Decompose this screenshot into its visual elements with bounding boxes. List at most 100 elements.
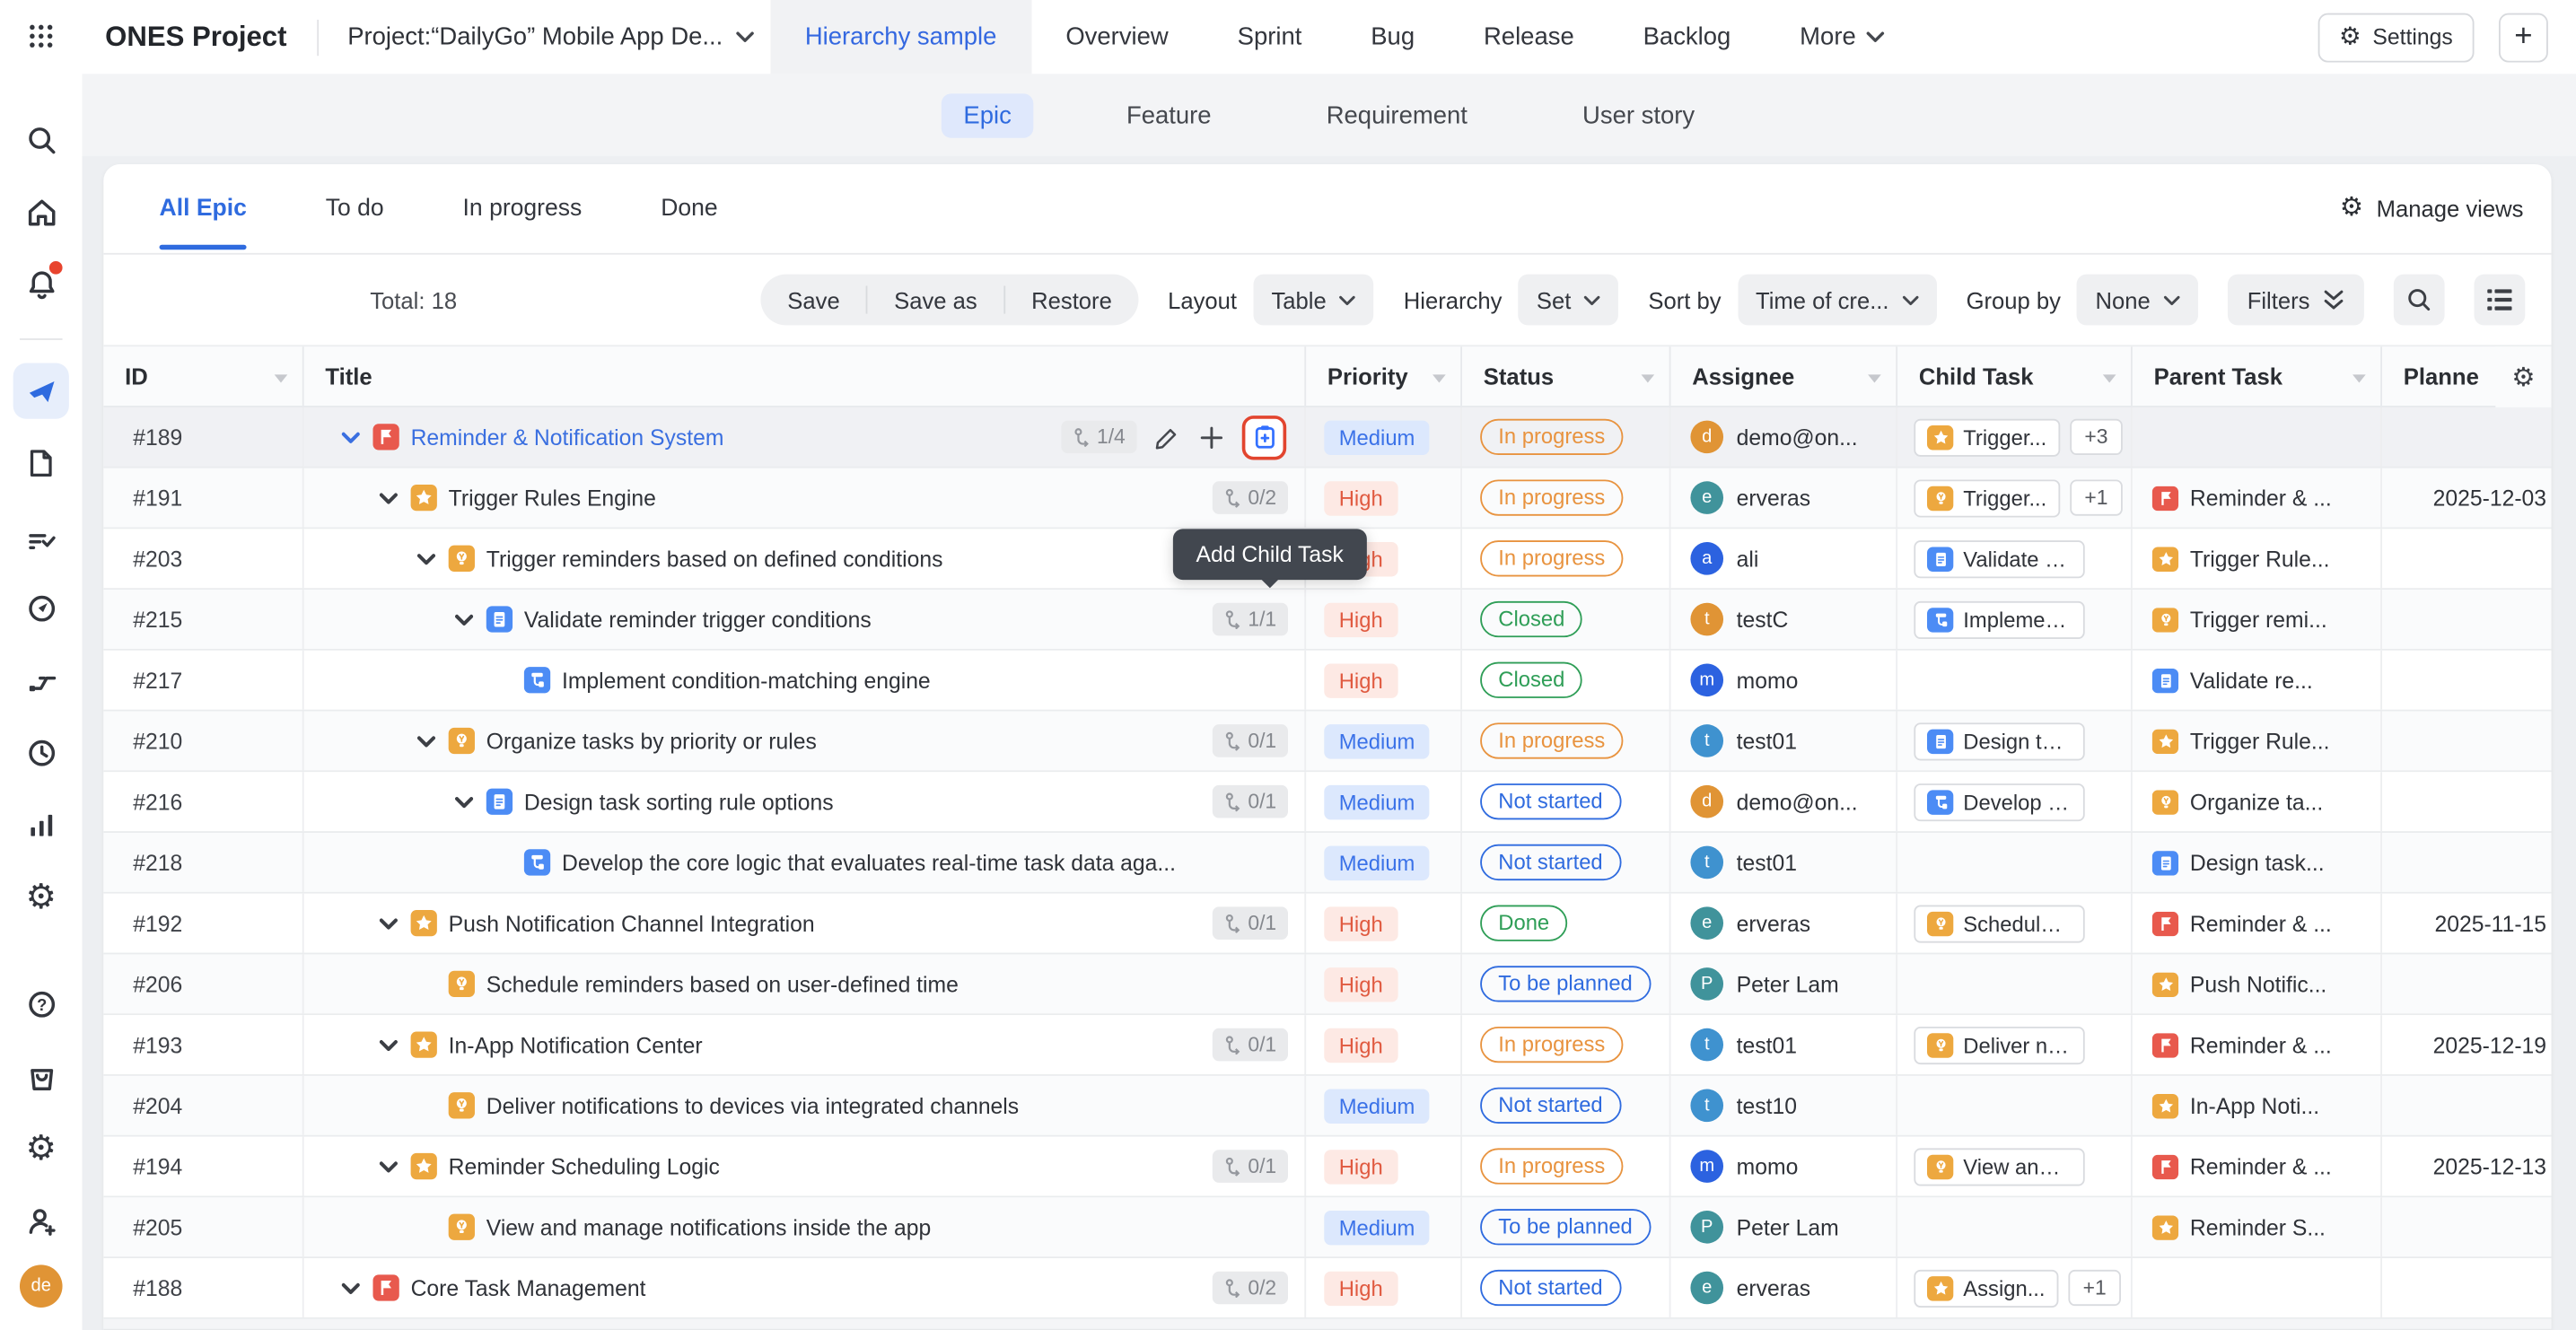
table-row-206[interactable]: #206 Schedule reminders based on user-de… xyxy=(103,954,2552,1016)
more-children-chip[interactable]: +1 xyxy=(2069,479,2123,516)
column-header-child-task[interactable]: Child Task xyxy=(1897,346,2133,407)
layout-dropdown[interactable]: Table xyxy=(1253,274,1374,326)
cell-status[interactable]: Closed xyxy=(1462,590,1671,649)
issue-title[interactable]: Validate reminder trigger conditions xyxy=(524,607,872,631)
parent-task-link[interactable]: In-App Noti... xyxy=(2151,1093,2319,1118)
child-task-chip[interactable]: Deliver noti... xyxy=(1914,1026,2085,1064)
cell-status[interactable]: To be planned xyxy=(1462,954,1671,1014)
issue-tab-feature[interactable]: Feature xyxy=(1105,92,1232,136)
cell-priority[interactable]: High xyxy=(1306,1136,1463,1196)
child-task-chip[interactable]: Validate re... xyxy=(1914,539,2085,578)
parent-task-link[interactable]: Push Notific... xyxy=(2151,971,2326,997)
parent-task-link[interactable]: Validate re... xyxy=(2151,668,2313,693)
column-header-status[interactable]: Status xyxy=(1462,346,1671,407)
invite-member-icon[interactable] xyxy=(13,1193,69,1248)
cell-status[interactable]: Not started xyxy=(1462,772,1671,832)
cell-status[interactable]: Done xyxy=(1462,893,1671,953)
cell-priority[interactable]: High xyxy=(1306,893,1463,953)
issue-title[interactable]: Trigger Rules Engine xyxy=(449,486,656,510)
issue-title[interactable]: Core Task Management xyxy=(411,1275,646,1299)
table-row-189[interactable]: #189 Reminder & Notification System 1/4 … xyxy=(103,407,2552,468)
expand-caret-icon[interactable] xyxy=(412,735,438,747)
table-row-194[interactable]: #194 Reminder Scheduling Logic 0/1 High In… xyxy=(103,1136,2552,1198)
view-tab-to-do[interactable]: To do xyxy=(326,164,384,253)
table-row-218[interactable]: #218 Develop the core logic that evaluat… xyxy=(103,832,2552,894)
cell-assignee[interactable]: t testC xyxy=(1670,590,1898,649)
view-tab-all-epic[interactable]: All Epic xyxy=(159,164,248,253)
child-task-chip[interactable]: Assign... xyxy=(1914,1268,2059,1308)
sidebar-item-testing-icon[interactable]: ⚙ xyxy=(13,869,69,924)
child-task-chip[interactable]: Implement ... xyxy=(1914,599,2085,639)
top-nav-item-hierarchy-sample[interactable]: Hierarchy sample xyxy=(770,0,1031,74)
cell-priority[interactable]: High xyxy=(1306,1015,1463,1075)
parent-task-link[interactable]: Reminder & ... xyxy=(2151,1032,2332,1057)
home-icon[interactable] xyxy=(13,184,69,240)
table-row-216[interactable]: #216 Design task sorting rule options 0/… xyxy=(103,772,2552,833)
issue-tab-epic[interactable]: Epic xyxy=(942,92,1033,137)
app-store-bag-icon[interactable] xyxy=(13,1048,69,1104)
child-task-chip[interactable]: Develop th... xyxy=(1914,783,2085,821)
more-children-chip[interactable]: +3 xyxy=(2069,418,2123,456)
filters-button[interactable]: Filters xyxy=(2227,274,2364,326)
new-epic-button[interactable]: Epic xyxy=(160,271,346,328)
app-grid-icon[interactable] xyxy=(13,8,69,64)
cell-assignee[interactable]: e erveras xyxy=(1670,893,1898,953)
table-row-205[interactable]: #205 View and manage notifications insid… xyxy=(103,1197,2552,1259)
cell-assignee[interactable]: t test10 xyxy=(1670,1075,1898,1135)
cell-priority[interactable]: Medium xyxy=(1306,1075,1463,1135)
more-children-chip[interactable]: +1 xyxy=(2068,1269,2122,1307)
cell-assignee[interactable]: m momo xyxy=(1670,650,1898,710)
column-header-title[interactable]: Title xyxy=(304,346,1307,407)
child-task-chip[interactable]: Trigger... xyxy=(1914,478,2060,517)
save-as-button[interactable]: Save as xyxy=(868,275,1003,326)
add-button[interactable]: + xyxy=(2498,12,2548,62)
child-task-chip[interactable]: Trigger... xyxy=(1914,417,2060,456)
table-row-188[interactable]: #188 Core Task Management 0/2 High Not sta… xyxy=(103,1258,2552,1319)
issue-title[interactable]: Reminder Scheduling Logic xyxy=(449,1154,720,1178)
table-row-215[interactable]: #215 Validate reminder trigger condition… xyxy=(103,590,2552,651)
expand-caret-icon[interactable] xyxy=(374,1039,400,1051)
cell-status[interactable]: Not started xyxy=(1462,832,1671,892)
cell-status[interactable]: Not started xyxy=(1462,1075,1671,1135)
issue-title[interactable]: Push Notification Channel Integration xyxy=(449,911,815,935)
table-row-204[interactable]: #204 Deliver notifications to devices vi… xyxy=(103,1075,2552,1137)
expand-caret-icon[interactable] xyxy=(337,1282,363,1294)
cell-priority[interactable]: High xyxy=(1306,954,1463,1014)
search-button[interactable] xyxy=(2393,274,2445,326)
issue-title[interactable]: Design task sorting rule options xyxy=(524,789,834,813)
sidebar-item-project-active[interactable] xyxy=(13,363,69,419)
issue-tab-user-story[interactable]: User story xyxy=(1561,92,1716,136)
cell-priority[interactable]: High xyxy=(1306,1258,1463,1317)
issue-title[interactable]: Organize tasks by priority or rules xyxy=(486,729,817,753)
expand-caret-icon[interactable] xyxy=(374,1160,400,1172)
top-nav-item-backlog[interactable]: Backlog xyxy=(1608,0,1766,74)
parent-task-link[interactable]: Reminder S... xyxy=(2151,1214,2326,1240)
column-header-priority[interactable]: Priority xyxy=(1306,346,1463,407)
cell-status[interactable]: Not started xyxy=(1462,1258,1671,1317)
cell-assignee[interactable]: d demo@on... xyxy=(1670,407,1898,467)
cell-priority[interactable]: High xyxy=(1306,650,1463,710)
table-row-191[interactable]: #191 Trigger Rules Engine 0/2 High In prog… xyxy=(103,468,2552,529)
cell-assignee[interactable]: t test01 xyxy=(1670,711,1898,771)
parent-task-link[interactable]: Trigger remi... xyxy=(2151,607,2327,632)
cell-status[interactable]: In progress xyxy=(1462,529,1671,589)
child-task-chip[interactable]: Design task... xyxy=(1914,722,2085,760)
add-icon[interactable] xyxy=(1197,423,1225,451)
top-nav-item-more[interactable]: More xyxy=(1766,0,1919,74)
column-header-assignee[interactable]: Assignee xyxy=(1670,346,1898,407)
child-task-chip[interactable]: Schedule re... xyxy=(1914,904,2085,942)
save-button[interactable]: Save xyxy=(761,275,866,326)
column-header-parent-task[interactable]: Parent Task xyxy=(2133,346,2383,407)
edit-pencil-icon[interactable] xyxy=(1153,423,1181,451)
top-nav-item-overview[interactable]: Overview xyxy=(1031,0,1203,74)
hierarchy-dropdown[interactable]: Set xyxy=(1518,274,1619,326)
cell-status[interactable]: Closed xyxy=(1462,650,1671,710)
cell-assignee[interactable]: e erveras xyxy=(1670,468,1898,528)
issue-title[interactable]: Implement condition-matching engine xyxy=(562,668,931,692)
issue-title[interactable]: Deliver notifications to devices via int… xyxy=(486,1093,1019,1117)
manage-views-button[interactable]: ⚙ Manage views xyxy=(2340,164,2524,253)
sort-by-dropdown[interactable]: Time of cre... xyxy=(1737,274,1937,326)
help-icon[interactable]: ? xyxy=(13,976,69,1031)
parent-task-link[interactable]: Trigger Rule... xyxy=(2151,728,2330,754)
child-task-chip[interactable]: View and m... xyxy=(1914,1147,2085,1186)
